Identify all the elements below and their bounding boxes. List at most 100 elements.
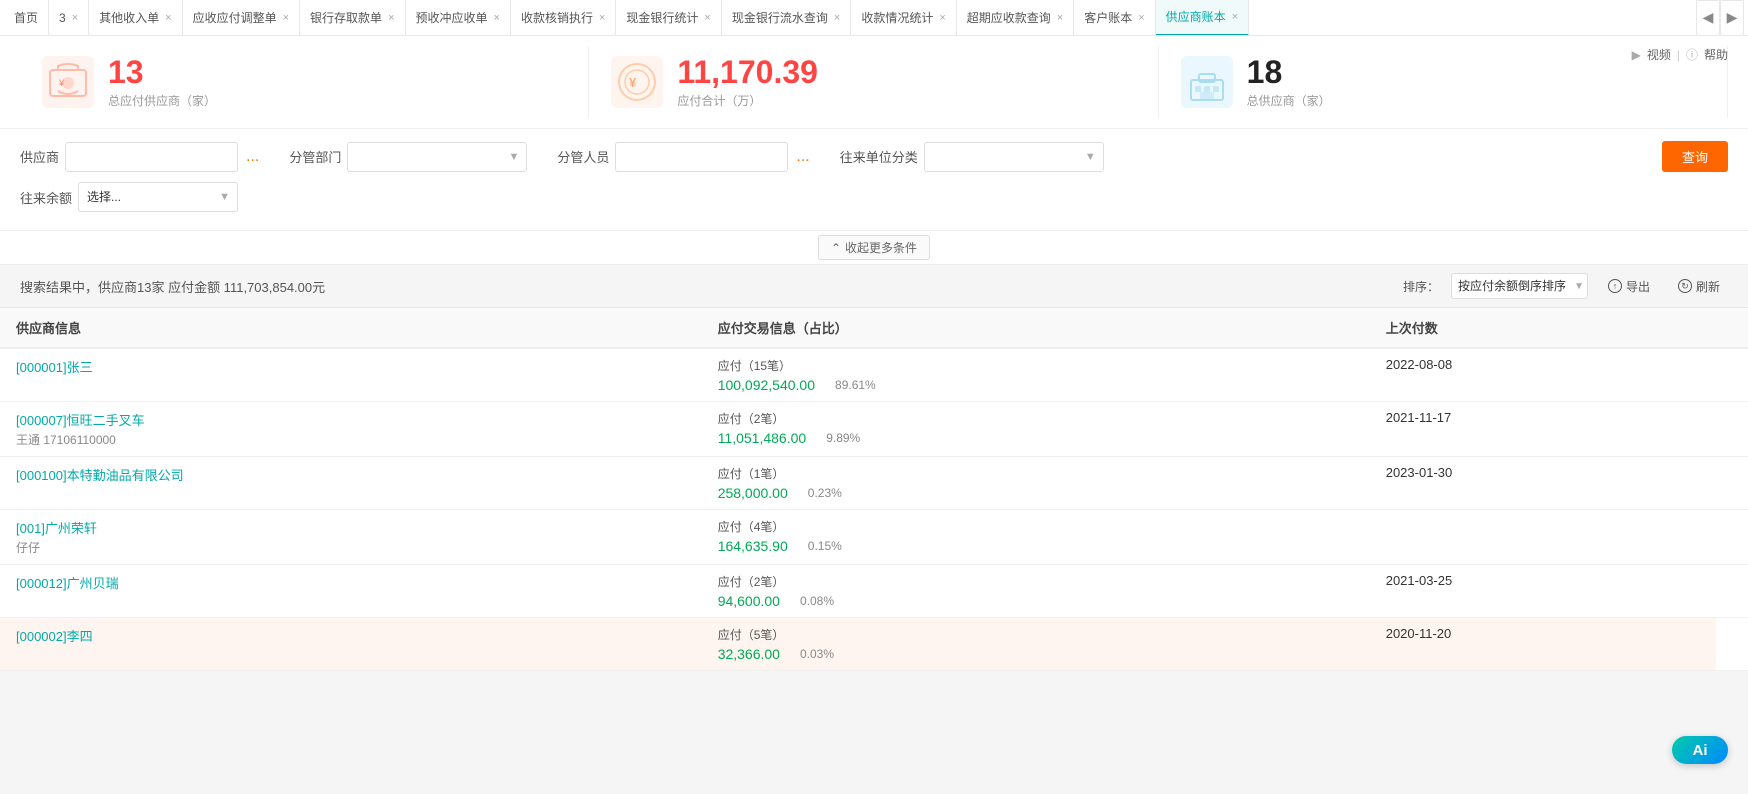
sort-select[interactable]: 按应付余额倒序排序 — [1451, 273, 1588, 299]
video-link[interactable]: 视频 — [1647, 46, 1671, 63]
ap-amount[interactable]: 100,092,540.00 — [718, 377, 815, 393]
nav-tab-receipt-exec[interactable]: 收款核销执行 × — [511, 0, 616, 36]
svg-text:¥: ¥ — [58, 78, 65, 88]
col-header-ap-info: 应付交易信息（占比） — [702, 308, 1370, 348]
nav-prev-arrow[interactable]: ◀ — [1696, 0, 1720, 36]
summary-total-ap-text: 11,170.39 应付合计（万） — [677, 56, 818, 109]
filter-area: 供应商 ... 分管部门 ▼ 分管人员 ... 往来单位分类 — [0, 129, 1748, 231]
supplier-link[interactable]: [000002]李四 — [16, 629, 93, 644]
total-suppliers-icon — [1179, 54, 1235, 110]
nav-tab-customer-book[interactable]: 客户账本 × — [1074, 0, 1155, 36]
person-filter-dots[interactable]: ... — [796, 148, 809, 166]
export-button[interactable]: ↑ 导出 — [1600, 275, 1658, 298]
filter-dept: 分管部门 ▼ — [289, 142, 527, 172]
last-pay-cell: 2021-11-17 — [1370, 402, 1716, 457]
ap-note: 应付（4笔） — [718, 518, 1354, 535]
col-header-supplier-info: 供应商信息 — [0, 308, 702, 348]
supplier-filter-input[interactable] — [65, 142, 238, 172]
ap-amount[interactable]: 11,051,486.00 — [718, 430, 807, 446]
filter-person: 分管人员 ... — [557, 142, 809, 172]
nav-tab-cash-bank-stat[interactable]: 现金银行统计 × — [616, 0, 721, 36]
help-link[interactable]: 帮助 — [1704, 46, 1728, 63]
nav-tab-customer-book-close[interactable]: × — [1138, 12, 1144, 24]
supplier-info-cell: [000100]本特勤油品有限公司 — [0, 457, 702, 510]
nav-tab-ar-ap-adjust[interactable]: 应收应付调整单 × — [183, 0, 300, 36]
ap-amount-row: 32,366.000.03% — [718, 646, 1354, 662]
balance-filter-label: 往来余额 — [20, 188, 72, 207]
nav-tab-supplier-book-label: 供应商账本 — [1166, 8, 1226, 25]
refresh-button[interactable]: ↻ 刷新 — [1670, 275, 1728, 298]
unit-class-filter-select[interactable] — [924, 142, 1104, 172]
nav-tab-cash-flow-close[interactable]: × — [834, 12, 840, 24]
nav-tab-supplier-book-close[interactable]: × — [1232, 11, 1238, 23]
nav-tab-other-income-close[interactable]: × — [165, 12, 171, 24]
nav-tab-receipt-stat-close[interactable]: × — [939, 12, 945, 24]
balance-filter-select[interactable]: 选择... — [78, 182, 238, 212]
supplier-table-container: 供应商信息 应付交易信息（占比） 上次付数 [000001]张三应付（15笔）1… — [0, 308, 1748, 671]
ap-note: 应付（15笔） — [718, 357, 1354, 374]
nav-tab-other-income[interactable]: 其他收入单 × — [89, 0, 182, 36]
filter-unit-class: 往来单位分类 ▼ — [840, 142, 1104, 172]
nav-tab-overdue-ar-close[interactable]: × — [1057, 12, 1063, 24]
unit-class-filter-label: 往来单位分类 — [840, 147, 918, 166]
ap-info-cell: 应付（2笔）11,051,486.009.89% — [702, 402, 1370, 457]
dept-filter-select[interactable] — [347, 142, 527, 172]
nav-tab-receipt-stat-label: 收款情况统计 — [861, 9, 933, 26]
supplier-link[interactable]: [000007]恒旺二手叉车 — [16, 413, 145, 428]
person-filter-input[interactable] — [615, 142, 788, 172]
ap-amount[interactable]: 32,366.00 — [718, 646, 780, 662]
supplier-info-cell: [000002]李四 — [0, 618, 702, 671]
nav-tab-bank-deposit-close[interactable]: × — [388, 12, 394, 24]
nav-next-arrow[interactable]: ▶ — [1720, 0, 1744, 36]
nav-tab-receipt-exec-close[interactable]: × — [599, 12, 605, 24]
ap-amount[interactable]: 94,600.00 — [718, 593, 780, 609]
collapse-button[interactable]: ⌃ 收起更多条件 — [818, 235, 930, 260]
dept-filter-select-wrap: ▼ — [347, 142, 527, 172]
nav-tab-bank-deposit[interactable]: 银行存取款单 × — [300, 0, 405, 36]
ai-button[interactable]: Ai — [1672, 736, 1728, 764]
nav-tab-cash-flow[interactable]: 现金银行流水查询 × — [722, 0, 851, 36]
nav-tab-supplier-book[interactable]: 供应商账本 × — [1156, 0, 1249, 36]
nav-tab-cash-bank-stat-close[interactable]: × — [704, 12, 710, 24]
ap-amount-row: 100,092,540.00 89.61% — [718, 377, 1354, 393]
payable-suppliers-icon: ¥ — [40, 54, 96, 110]
supplier-link[interactable]: [001]广州荣轩 — [16, 521, 97, 536]
ap-note: 应付（2笔） — [718, 410, 1354, 427]
summary-total-suppliers-text: 18 总供应商（家） — [1247, 56, 1331, 109]
nav-tab-ar-ap-adjust-close[interactable]: × — [283, 12, 289, 24]
ap-percent: 89.61% — [835, 378, 876, 392]
supplier-link[interactable]: [000012]广州贝瑞 — [16, 576, 119, 591]
ap-amount[interactable]: 258,000.00 — [718, 485, 788, 501]
ap-percent: 0.08% — [800, 594, 834, 608]
nav-tab-advance-ar-close[interactable]: × — [494, 12, 500, 24]
ap-amount[interactable]: 164,635.90 — [718, 538, 788, 554]
ap-amount-row: 94,600.00 0.08% — [718, 593, 1354, 609]
last-pay-cell: 2023-01-30 — [1370, 457, 1716, 510]
nav-tab-home[interactable]: 首页 — [4, 0, 49, 36]
ap-info-cell: 应付（1笔）258,000.000.23% — [702, 457, 1370, 510]
last-pay-cell: 2020-11-20 — [1370, 618, 1716, 671]
nav-arrow-group: ◀ ▶ — [1696, 0, 1744, 36]
supplier-link[interactable]: [000100]本特勤油品有限公司 — [16, 468, 184, 483]
sort-label: 排序： — [1403, 278, 1439, 295]
nav-tab-advance-ar[interactable]: 预收冲应收单 × — [406, 0, 511, 36]
supplier-link[interactable]: [000001]张三 — [16, 360, 93, 375]
query-button[interactable]: 查询 — [1662, 141, 1728, 172]
table-row: [001]广州荣轩仔仔应付（4笔）164,635.900.15% — [0, 510, 1748, 565]
nav-tab-3-close[interactable]: × — [72, 12, 78, 24]
dept-filter-label: 分管部门 — [289, 147, 341, 166]
svg-text:¥: ¥ — [629, 75, 637, 90]
nav-tab-receipt-stat[interactable]: 收款情况统计 × — [851, 0, 956, 36]
nav-tab-cash-flow-label: 现金银行流水查询 — [732, 9, 828, 26]
supplier-info-cell: [001]广州荣轩仔仔 — [0, 510, 702, 565]
nav-tab-3[interactable]: 3 × — [49, 0, 89, 36]
scroll-col — [1716, 308, 1748, 348]
ap-info-cell: 应付（5笔）32,366.000.03% — [702, 618, 1370, 671]
supplier-filter-dots[interactable]: ... — [246, 148, 259, 166]
total-ap-number: 11,170.39 — [677, 56, 818, 88]
nav-tab-home-label: 首页 — [14, 9, 38, 26]
nav-tab-overdue-ar[interactable]: 超期应收款查询 × — [957, 0, 1074, 36]
nav-tab-bank-deposit-label: 银行存取款单 — [310, 9, 382, 26]
nav-tab-customer-book-label: 客户账本 — [1084, 9, 1132, 26]
supplier-info-cell: [000007]恒旺二手叉车王通 17106110000 — [0, 402, 702, 457]
